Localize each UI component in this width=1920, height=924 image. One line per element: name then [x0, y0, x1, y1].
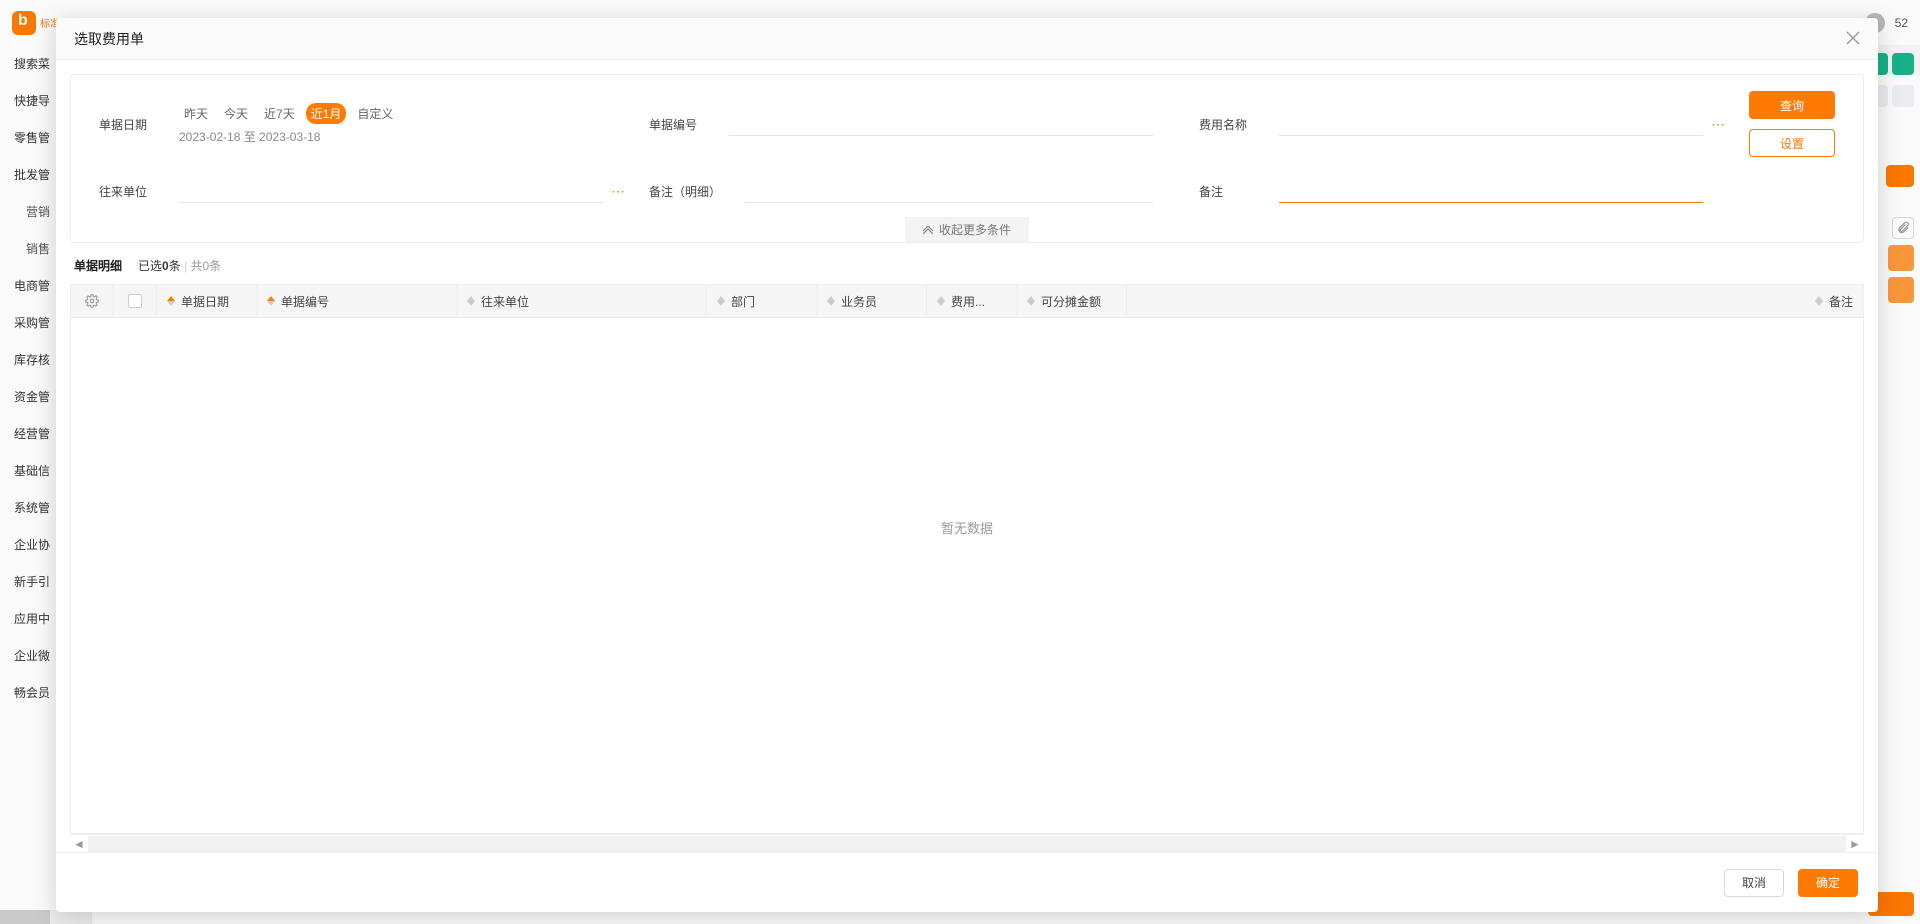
column-settings[interactable] [71, 285, 113, 317]
modal-header: 选取费用单 [56, 18, 1878, 60]
collapse-label: 收起更多条件 [939, 221, 1011, 238]
sort-icon[interactable] [267, 296, 275, 306]
col-label: 备注 [1829, 293, 1853, 310]
col-label: 业务员 [841, 293, 877, 310]
date-opt-yesterday[interactable]: 昨天 [179, 103, 213, 124]
col-dept[interactable]: 部门 [707, 285, 817, 317]
party-input[interactable] [179, 179, 603, 203]
ellipsis-icon[interactable]: ⋯ [1711, 116, 1725, 133]
sort-icon[interactable] [1815, 296, 1823, 306]
field-doc-no: 单据编号 [649, 91, 1153, 157]
col-label: 单据编号 [281, 293, 329, 310]
doc-no-input[interactable] [729, 112, 1153, 136]
select-expense-modal: 选取费用单 单据日期 昨天 今天 近7天 近1月 自定义 [56, 18, 1878, 912]
ellipsis-icon[interactable]: ⋯ [611, 183, 625, 200]
sort-icon[interactable] [827, 296, 835, 306]
cancel-button[interactable]: 取消 [1724, 869, 1784, 897]
col-label: 可分摊金额 [1041, 293, 1101, 310]
date-opt-custom[interactable]: 自定义 [352, 103, 398, 124]
horizontal-scrollbar[interactable]: ◄ ► [70, 834, 1864, 852]
settings-button[interactable]: 设置 [1749, 129, 1835, 157]
memo-detail-label: 备注（明细） [649, 183, 745, 200]
sort-icon[interactable] [167, 296, 175, 306]
memo-label: 备注 [1199, 183, 1279, 200]
date-opt-today[interactable]: 今天 [219, 103, 253, 124]
summary-total: 共0条 [191, 259, 222, 273]
scroll-right-icon[interactable]: ► [1846, 837, 1864, 851]
expense-name-label: 费用名称 [1199, 116, 1279, 133]
doc-no-label: 单据编号 [649, 116, 729, 133]
field-doc-date: 单据日期 昨天 今天 近7天 近1月 自定义 2023-02-18 至 2023… [99, 91, 603, 157]
memo-detail-input[interactable] [745, 179, 1153, 203]
date-range: 2023-02-18 至 2023-03-18 [179, 128, 603, 145]
expense-name-input[interactable] [1279, 112, 1703, 136]
sort-icon[interactable] [937, 296, 945, 306]
memo-input[interactable] [1279, 179, 1703, 203]
cancel-button-label: 取消 [1742, 874, 1766, 891]
sort-icon[interactable] [467, 296, 475, 306]
summary-selected-suffix: 条 [169, 259, 181, 273]
close-icon[interactable] [1846, 30, 1860, 48]
doc-date-label: 单据日期 [99, 116, 179, 133]
col-expense[interactable]: 费用... [927, 285, 1017, 317]
search-actions: 查询 设置 [1749, 91, 1835, 157]
confirm-button-label: 确定 [1816, 874, 1840, 891]
chevron-up-icon [923, 226, 933, 234]
col-label: 部门 [731, 293, 755, 310]
col-label: 单据日期 [181, 293, 229, 310]
table: 单据日期 单据编号 往来单位 [70, 284, 1864, 834]
summary-label: 单据明细 [74, 257, 122, 274]
sort-icon[interactable] [717, 296, 725, 306]
party-label: 往来单位 [99, 183, 179, 200]
scroll-track[interactable] [88, 836, 1846, 852]
search-button[interactable]: 查询 [1749, 91, 1835, 119]
sort-icon[interactable] [1027, 296, 1035, 306]
summary-row: 单据明细 已选0条 | 共0条 [70, 243, 1864, 284]
search-button-label: 查询 [1780, 97, 1804, 114]
search-panel: 单据日期 昨天 今天 近7天 近1月 自定义 2023-02-18 至 2023… [70, 74, 1864, 243]
col-remark[interactable]: 备注 [1127, 285, 1863, 317]
settings-button-label: 设置 [1780, 135, 1804, 152]
modal-title: 选取费用单 [74, 29, 144, 49]
col-label: 费用... [951, 293, 985, 310]
col-allocatable[interactable]: 可分摊金额 [1017, 285, 1127, 317]
collapse-button[interactable]: 收起更多条件 [905, 217, 1029, 242]
col-clerk[interactable]: 业务员 [817, 285, 927, 317]
confirm-button[interactable]: 确定 [1798, 869, 1858, 897]
checkbox-icon[interactable] [128, 294, 142, 308]
summary-selected-prefix: 已选 [138, 259, 162, 273]
field-memo: 备注 [1199, 179, 1703, 203]
date-opt-7d[interactable]: 近7天 [259, 103, 300, 124]
date-opt-1m[interactable]: 近1月 [306, 103, 347, 124]
modal-body: 单据日期 昨天 今天 近7天 近1月 自定义 2023-02-18 至 2023… [56, 60, 1878, 852]
select-all-column[interactable] [113, 285, 157, 317]
summary-selected-count: 0 [162, 259, 169, 273]
empty-state: 暂无数据 [71, 318, 1863, 737]
summary-selected: 已选0条 | 共0条 [138, 257, 221, 274]
scroll-left-icon[interactable]: ◄ [70, 837, 88, 851]
modal-footer: 取消 确定 [56, 852, 1878, 912]
field-memo-detail: 备注（明细） [649, 179, 1153, 203]
col-docno[interactable]: 单据编号 [257, 285, 457, 317]
col-party[interactable]: 往来单位 [457, 285, 707, 317]
col-date[interactable]: 单据日期 [157, 285, 257, 317]
field-party: 往来单位 ⋯ [99, 179, 603, 203]
field-expense-name: 费用名称 ⋯ [1199, 91, 1703, 157]
table-header: 单据日期 单据编号 往来单位 [71, 284, 1863, 318]
col-label: 往来单位 [481, 293, 529, 310]
